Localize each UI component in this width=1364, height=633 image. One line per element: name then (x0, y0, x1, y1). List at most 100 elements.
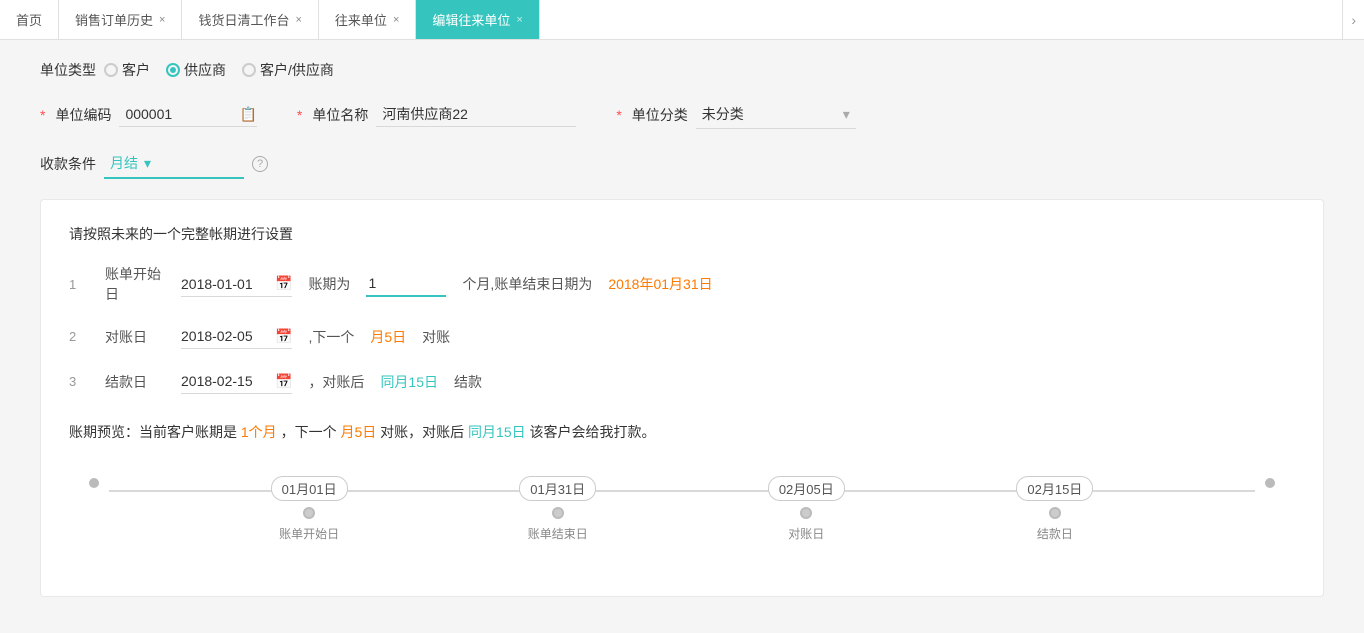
tab-cash-work-close[interactable]: × (295, 14, 301, 26)
node-label-4: 结款日 (1037, 525, 1073, 542)
radio-group: 客户 供应商 客户/供应商 (104, 60, 334, 80)
node-dot-3 (800, 507, 812, 519)
timeline-nodes: 01月01日 账单开始日 01月31日 账单结束日 02月05日 对账日 (89, 476, 1275, 542)
tab-edit-partner-close[interactable]: × (516, 14, 522, 26)
radio-supplier[interactable]: 供应商 (166, 60, 226, 80)
preview-section: 账期预览：当前客户账期是 1个月 ，下一个 月5日 对账，对账后 同月15日 该… (69, 414, 1295, 466)
row-num-1: 1 (69, 277, 89, 292)
radio-customer-circle (104, 63, 118, 77)
node-date-4: 02月15日 (1016, 476, 1093, 501)
node-date-2: 01月31日 (519, 476, 596, 501)
row-text-2b: 对账 (422, 327, 450, 347)
payment-value: 月结 (110, 153, 138, 173)
preview-prefix: 账期预览：当前客户账期是 (69, 424, 237, 440)
radio-both-circle (242, 63, 256, 77)
radio-both[interactable]: 客户/供应商 (242, 60, 334, 80)
tabs-arrow[interactable]: › (1342, 0, 1364, 39)
cal-icon-1[interactable]: 📅 (275, 275, 292, 292)
preview-middle: ，下一个 (281, 424, 337, 440)
end-dot (1265, 478, 1275, 488)
radio-customer[interactable]: 客户 (104, 60, 150, 80)
payment-select[interactable]: 月结 ▾ (104, 149, 244, 179)
help-icon[interactable]: ? (252, 156, 268, 172)
unit-type-label: 单位类型 (40, 60, 96, 80)
unit-type-row: 单位类型 客户 供应商 客户/供应商 (40, 60, 1324, 80)
cal-icon-3[interactable]: 📅 (275, 373, 292, 390)
setting-row-2: 2 对账日 📅 ,下一个 月5日 对账 (69, 324, 1295, 349)
unit-name-input[interactable] (376, 102, 576, 127)
date-input-1: 📅 (181, 272, 292, 297)
row-highlight-3: 同月15日 (380, 372, 438, 392)
settings-card: 请按照未来的一个完整帐期进行设置 1 账单开始日 📅 账期为 个月,账单结束日期… (40, 199, 1324, 597)
tab-cash-work-label: 钱货日清工作台 (198, 10, 289, 29)
row-highlight-2: 月5日 (370, 327, 406, 347)
node-date-3: 02月05日 (768, 476, 845, 501)
payment-row: 收款条件 月结 ▾ ? (40, 149, 1324, 179)
tab-sales-order[interactable]: 销售订单历史 × (59, 0, 182, 39)
timeline-node-2: 01月31日 账单结束日 (519, 476, 596, 542)
tab-edit-partner[interactable]: 编辑往来单位 × (416, 0, 539, 39)
unit-code-field: * 单位编码 📋 (40, 102, 257, 127)
timeline-node-1: 01月01日 账单开始日 (271, 476, 348, 542)
radio-supplier-label: 供应商 (184, 60, 226, 80)
period-unit-1: 个月,账单结束日期为 (462, 274, 592, 294)
card-title: 请按照未来的一个完整帐期进行设置 (69, 224, 1295, 244)
period-input-1[interactable] (366, 271, 446, 297)
unit-category-label: 单位分类 (632, 105, 688, 125)
timeline-node-4: 02月15日 结款日 (1016, 476, 1093, 542)
node-label-2: 账单结束日 (528, 525, 588, 542)
unit-code-input[interactable] (119, 102, 239, 126)
date-field-2[interactable] (181, 324, 271, 348)
timeline-wrap: 01月01日 账单开始日 01月31日 账单结束日 02月05日 对账日 (69, 466, 1295, 572)
node-label-3: 对账日 (788, 525, 824, 542)
row-num-2: 2 (69, 329, 89, 344)
tab-edit-partner-label: 编辑往来单位 (432, 10, 510, 29)
preview-date: 月5日 (340, 424, 376, 440)
row-text-2a: ,下一个 (308, 327, 354, 347)
period-prefix-1: 账期为 (308, 274, 350, 294)
node-dot-2 (552, 507, 564, 519)
payment-label: 收款条件 (40, 154, 96, 174)
row-num-3: 3 (69, 374, 89, 389)
main-content: 单位类型 客户 供应商 客户/供应商 * 单位编码 (0, 40, 1364, 633)
tab-cash-work[interactable]: 钱货日清工作台 × (182, 0, 318, 39)
copy-icon[interactable]: 📋 (239, 106, 256, 123)
unit-category-field: * 单位分类 未分类 ▾ (616, 100, 855, 129)
tabs-bar: 首页 销售订单历史 × 钱货日清工作台 × 往来单位 × 编辑往来单位 × › (0, 0, 1364, 40)
timeline-node-3: 02月05日 对账日 (768, 476, 845, 542)
date-field-3[interactable] (181, 369, 271, 393)
preview-period: 1个月 (241, 424, 277, 440)
period-end-date-1: 2018年01月31日 (608, 274, 712, 294)
tab-partner-close[interactable]: × (393, 14, 399, 26)
preview-end: 该客户会给我打款。 (530, 424, 656, 440)
unit-type-field: 单位类型 客户 供应商 客户/供应商 (40, 60, 334, 80)
unit-category-value: 未分类 (702, 104, 837, 124)
node-label-1: 账单开始日 (279, 525, 339, 542)
date-input-3: 📅 (181, 369, 292, 394)
date-input-2: 📅 (181, 324, 292, 349)
node-dot-4 (1049, 507, 1061, 519)
unit-code-star: * (40, 107, 45, 123)
unit-name-label: 单位名称 (312, 105, 368, 125)
radio-supplier-circle (166, 63, 180, 77)
row-label-1: 账单开始日 (105, 264, 165, 304)
row-text-3b: 结款 (454, 372, 482, 392)
tab-home[interactable]: 首页 (0, 0, 59, 39)
start-dot (89, 478, 99, 488)
unit-code-input-wrap: 📋 (119, 102, 256, 127)
node-dot-1 (303, 507, 315, 519)
cal-icon-2[interactable]: 📅 (275, 328, 292, 345)
unit-name-star: * (297, 107, 302, 123)
tab-home-label: 首页 (16, 10, 42, 29)
row-text-3a: ，对账后 (308, 372, 364, 392)
tab-partner-label: 往来单位 (335, 10, 387, 29)
setting-row-3: 3 结款日 📅 ，对账后 同月15日 结款 (69, 369, 1295, 394)
row-label-3: 结款日 (105, 372, 165, 392)
payment-arrow: ▾ (144, 155, 151, 172)
tab-partner[interactable]: 往来单位 × (319, 0, 416, 39)
date-field-1[interactable] (181, 272, 271, 296)
tab-sales-order-label: 销售订单历史 (75, 10, 153, 29)
radio-both-label: 客户/供应商 (260, 60, 334, 80)
unit-category-select[interactable]: 未分类 ▾ (696, 100, 856, 129)
tab-sales-order-close[interactable]: × (159, 14, 165, 26)
